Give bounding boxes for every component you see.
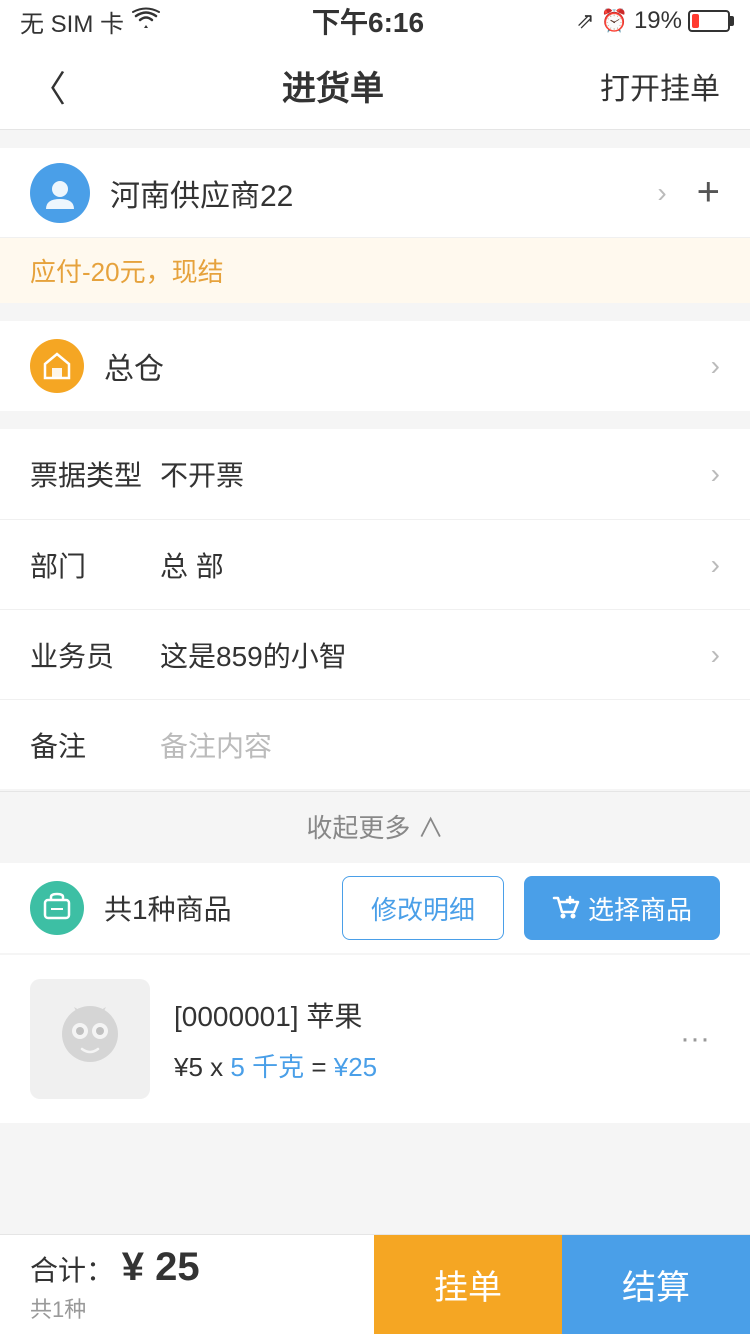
warehouse-section: 总仓 › [0, 321, 750, 411]
back-button[interactable]: 〈 [30, 60, 66, 112]
salesperson-chevron-icon: › [711, 639, 720, 671]
dept-label: 部门 [30, 545, 160, 585]
page-title: 进货单 [282, 61, 384, 110]
product-header: 共1种商品 修改明细 选择商品 [0, 863, 750, 953]
nav-bar: 〈 进货单 打开挂单 [0, 42, 750, 130]
product-unit-price: ¥5 [174, 1052, 203, 1082]
remark-input[interactable]: 备注内容 [160, 725, 720, 765]
footer-total-label: 合计： [30, 1255, 114, 1286]
select-product-label: 选择商品 [588, 890, 692, 927]
supplier-avatar [30, 163, 90, 223]
warehouse-icon [30, 339, 84, 393]
status-bar: 无 SIM 卡 下午6:16 ⇗ ⏰ 19% [0, 0, 750, 42]
alarm-icon: ⏰ [601, 8, 628, 34]
location-icon: ⇗ [576, 8, 594, 34]
battery-icon [688, 10, 730, 32]
remark-row[interactable]: 备注 备注内容 [0, 699, 750, 789]
footer-amount: 合计： ¥ 25 共1种 [0, 1245, 374, 1324]
warehouse-row[interactable]: 总仓 › [0, 321, 750, 411]
dept-value: 总 部 [160, 545, 711, 585]
invoice-type-value: 不开票 [160, 454, 711, 494]
product-price: ¥5 x 5 千克 = ¥25 [174, 1047, 670, 1084]
notice-bar: 应付-20元，现结 [0, 238, 750, 303]
product-thumb-owl-icon [50, 999, 130, 1079]
footer-total-amount: ¥ 25 [122, 1245, 200, 1289]
supplier-row[interactable]: 河南供应商22 › + [0, 148, 750, 238]
product-count: 共1种商品 [104, 888, 322, 928]
salesperson-value: 这是859的小智 [160, 635, 711, 675]
product-quantity: 5 [230, 1052, 244, 1082]
add-supplier-button[interactable]: + [697, 170, 720, 215]
footer-spacer [0, 1123, 750, 1233]
open-pending-button[interactable]: 打开挂单 [600, 64, 720, 108]
top-divider [0, 130, 750, 148]
status-left: 无 SIM 卡 [20, 4, 160, 39]
product-more-button[interactable]: ··· [670, 1012, 720, 1066]
modify-detail-button[interactable]: 修改明细 [342, 876, 504, 940]
product-item: [0000001] 苹果 ¥5 x 5 千克 = ¥25 ··· [0, 955, 750, 1123]
footer-total-row: 合计： ¥ 25 [30, 1245, 374, 1290]
product-title: 苹果 [306, 1001, 362, 1032]
invoice-type-row[interactable]: 票据类型 不开票 › [0, 429, 750, 519]
select-product-button[interactable]: 选择商品 [524, 876, 720, 940]
cart-icon [552, 894, 580, 922]
salesperson-label: 业务员 [30, 635, 160, 675]
divider-2 [0, 411, 750, 429]
form-section: 票据类型 不开票 › 部门 总 部 › 业务员 这是859的小智 › 备注 备注… [0, 429, 750, 789]
carrier-label: 无 SIM 卡 [20, 4, 124, 39]
product-header-icon [30, 881, 84, 935]
warehouse-name: 总仓 [104, 344, 711, 388]
dept-chevron-icon: › [711, 549, 720, 581]
supplier-chevron-icon: › [657, 177, 666, 209]
invoice-chevron-icon: › [711, 458, 720, 490]
warehouse-chevron-icon: › [711, 350, 720, 382]
product-total: ¥25 [334, 1052, 377, 1082]
collapse-label: 收起更多 ∧ [306, 808, 443, 845]
supplier-section: 河南供应商22 › + 应付-20元，现结 [0, 148, 750, 303]
product-info: [0000001] 苹果 ¥5 x 5 千克 = ¥25 [174, 995, 670, 1084]
product-equals: = [311, 1052, 333, 1082]
divider-1 [0, 303, 750, 321]
remark-label: 备注 [30, 725, 160, 765]
product-code: [0000001] [174, 1001, 299, 1032]
salesperson-row[interactable]: 业务员 这是859的小智 › [0, 609, 750, 699]
status-time: 下午6:16 [312, 1, 424, 41]
collapse-bar[interactable]: 收起更多 ∧ [0, 791, 750, 861]
product-unit: 千克 [252, 1052, 304, 1082]
status-right: ⇗ ⏰ 19% [576, 7, 730, 35]
product-thumbnail [30, 979, 150, 1099]
wifi-icon [132, 7, 160, 36]
hang-button[interactable]: 挂单 [374, 1235, 562, 1334]
supplier-name: 河南供应商22 [110, 171, 657, 215]
footer: 合计： ¥ 25 共1种 挂单 结算 [0, 1234, 750, 1334]
invoice-type-label: 票据类型 [30, 454, 160, 494]
battery-percent: 19% [634, 7, 682, 35]
product-name: [0000001] 苹果 [174, 995, 670, 1035]
dept-row[interactable]: 部门 总 部 › [0, 519, 750, 609]
pay-button[interactable]: 结算 [562, 1235, 750, 1334]
footer-sub-label: 共1种 [30, 1292, 374, 1324]
product-multiply: x [210, 1052, 230, 1082]
